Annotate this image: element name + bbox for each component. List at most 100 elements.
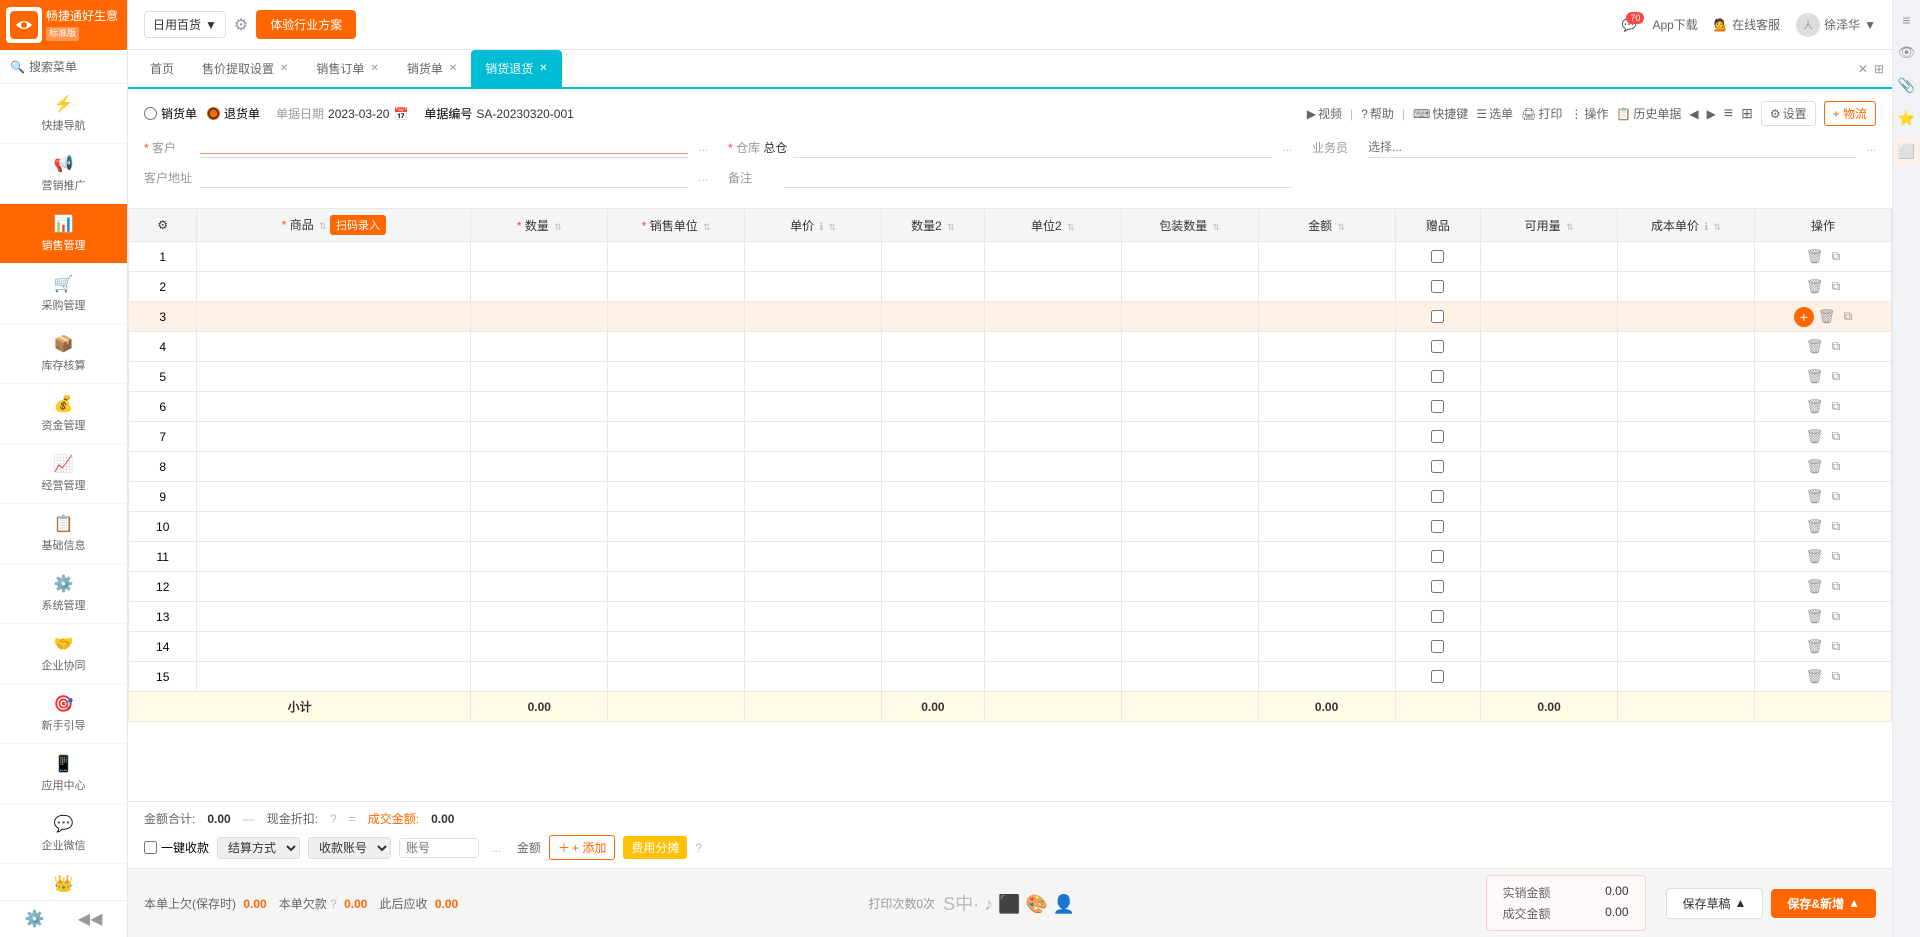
operate-btn[interactable]: ⋮ 操作 [1570,105,1608,122]
row-unit2[interactable] [984,512,1121,542]
gift-checkbox[interactable] [1431,400,1444,413]
row-goods[interactable] [197,512,471,542]
sidebar-collapse-icon[interactable]: ◀◀ [78,909,103,929]
discount-help-icon[interactable]: ? [330,812,337,826]
row-price[interactable] [745,392,882,422]
row-qty2[interactable] [882,392,985,422]
gift-checkbox[interactable] [1431,640,1444,653]
row-goods[interactable] [197,332,471,362]
gift-checkbox[interactable] [1431,430,1444,443]
radio-return-input[interactable] [207,107,220,120]
radio-return[interactable]: 退货单 [207,105,260,122]
row-pkg[interactable] [1121,482,1258,512]
row-qty[interactable] [471,332,608,362]
row-copy-btn[interactable]: ⧉ [1832,459,1841,474]
row-qty2[interactable] [882,512,985,542]
warehouse-more-btn[interactable]: ... [1282,140,1292,154]
row-gift[interactable] [1395,542,1481,572]
save-new-btn[interactable]: 保存&新增 ▲ [1771,889,1876,918]
settings-btn[interactable]: ⚙ 设置 [1761,101,1816,126]
row-price[interactable] [745,482,882,512]
sidebar-item-member[interactable]: 👑 畅会员 [0,864,127,900]
row-gift[interactable] [1395,572,1481,602]
address-more-btn[interactable]: ... [698,170,708,184]
row-goods[interactable] [197,602,471,632]
tab-sales-bill[interactable]: 销货单 ✕ [393,50,471,89]
row-amount[interactable] [1258,422,1395,452]
staff-more-btn[interactable]: ... [1866,140,1876,154]
row-gift[interactable] [1395,662,1481,692]
row-pkg[interactable] [1121,272,1258,302]
gift-checkbox[interactable] [1431,490,1444,503]
row-qty[interactable] [471,542,608,572]
row-qty2[interactable] [882,272,985,302]
row-price[interactable] [745,542,882,572]
row-delete-btn[interactable]: 🗑 [1806,518,1824,535]
row-unit2[interactable] [984,542,1121,572]
row-price[interactable] [745,362,882,392]
row-add-btn[interactable]: + [1794,307,1814,327]
row-delete-btn[interactable]: 🗑 [1806,398,1824,415]
row-delete-btn[interactable]: 🗑 [1806,428,1824,445]
address-input[interactable] [200,170,688,184]
tab-close-sales-order[interactable]: ✕ [370,63,378,74]
gift-checkbox[interactable] [1431,610,1444,623]
row-qty[interactable] [471,512,608,542]
row-amount[interactable] [1258,572,1395,602]
row-unit2[interactable] [984,452,1121,482]
row-qty2[interactable] [882,482,985,512]
row-gift[interactable] [1395,602,1481,632]
qty-input[interactable] [475,670,603,684]
row-pkg[interactable] [1121,512,1258,542]
right-panel-icon-3[interactable]: 📎 [1894,73,1919,98]
row-price[interactable] [745,452,882,482]
col-cost-info-icon[interactable]: ℹ [1704,222,1708,233]
row-unit[interactable] [608,452,745,482]
row-price[interactable] [745,242,882,272]
row-price[interactable] [745,272,882,302]
row-delete-btn[interactable]: 🗑 [1806,608,1824,625]
row-unit2[interactable] [984,392,1121,422]
sidebar-item-system[interactable]: ⚙️ 系统管理 [0,564,127,624]
qty-input[interactable] [475,280,603,294]
credit-help-icon[interactable]: ? [330,897,337,911]
row-amount[interactable] [1258,452,1395,482]
row-unit[interactable] [608,512,745,542]
tab-price-setting[interactable]: 售价提取设置 ✕ [188,50,302,89]
gift-checkbox[interactable] [1431,310,1444,323]
qty-input[interactable] [475,400,603,414]
gift-checkbox[interactable] [1431,460,1444,473]
qty-input[interactable] [475,580,603,594]
row-price[interactable] [745,602,882,632]
qty-input[interactable] [475,460,603,474]
sidebar-item-inventory[interactable]: 📦 库存核算 [0,324,127,384]
payment-checkbox[interactable]: 一键收款 [144,839,209,856]
row-amount[interactable] [1258,602,1395,632]
tab-home[interactable]: 首页 [136,50,188,89]
row-qty[interactable] [471,392,608,422]
row-pkg[interactable] [1121,362,1258,392]
customer-more-btn[interactable]: ... [698,140,708,154]
row-unit2[interactable] [984,482,1121,512]
qty-input[interactable] [475,490,603,504]
row-qty2[interactable] [882,602,985,632]
video-btn[interactable]: ▶ 视频 [1307,105,1342,122]
row-amount[interactable] [1258,302,1395,332]
row-delete-btn[interactable]: 🗑 [1806,338,1824,355]
row-gift[interactable] [1395,332,1481,362]
row-pkg[interactable] [1121,452,1258,482]
fee-help-icon[interactable]: ? [695,841,702,855]
tab-sales-order[interactable]: 销售订单 ✕ [302,50,392,89]
row-delete-btn[interactable]: 🗑 [1806,368,1824,385]
sidebar-item-basic[interactable]: 📋 基础信息 [0,504,127,564]
row-pkg[interactable] [1121,302,1258,332]
row-amount[interactable] [1258,272,1395,302]
row-delete-btn[interactable]: 🗑 [1806,668,1824,685]
row-unit[interactable] [608,482,745,512]
select-btn[interactable]: ☰ 选单 [1476,105,1513,122]
sidebar-item-enterprise[interactable]: 🤝 企业协同 [0,624,127,684]
row-copy-btn[interactable]: ⧉ [1832,429,1841,444]
gift-checkbox[interactable] [1431,520,1444,533]
row-qty2[interactable] [882,452,985,482]
gift-checkbox[interactable] [1431,670,1444,683]
